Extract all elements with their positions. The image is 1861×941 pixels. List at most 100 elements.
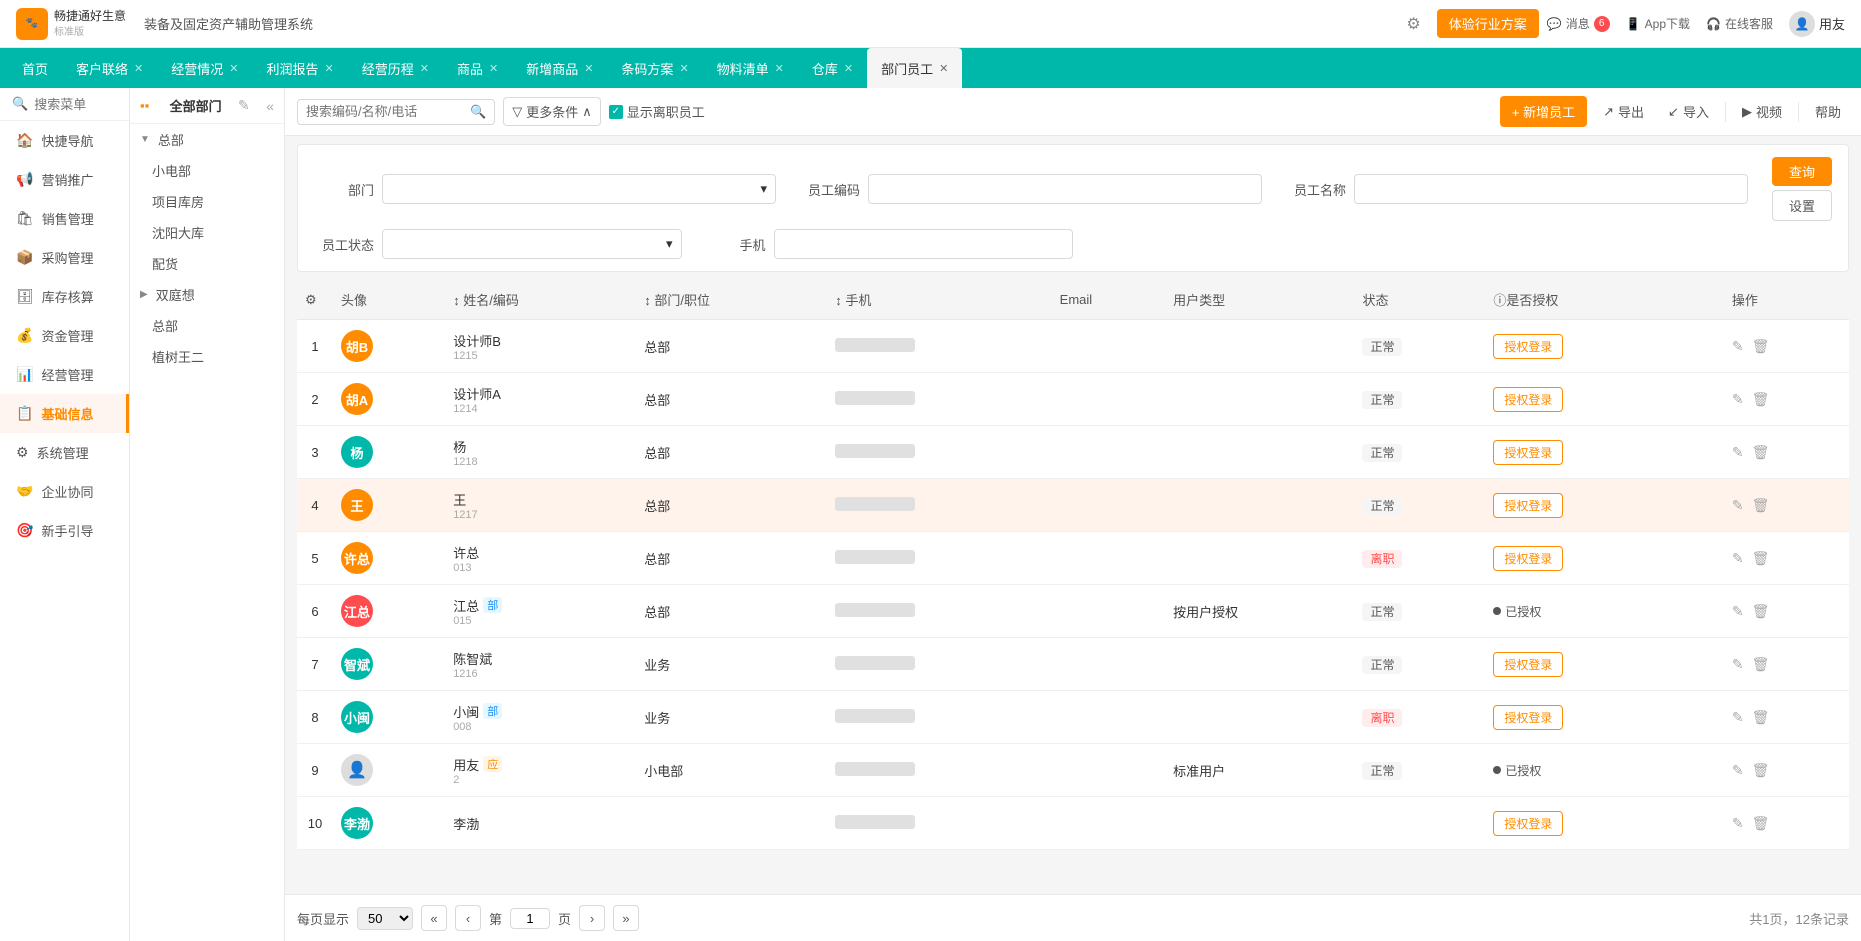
tree-item-small-elec[interactable]: 小电部	[130, 155, 284, 186]
col-dept-position[interactable]: ↕ 部门/职位	[636, 280, 827, 320]
close-history-icon[interactable]: ✕	[420, 62, 429, 75]
sidebar-search-input[interactable]	[34, 97, 117, 112]
auth-login-button[interactable]: 授权登录	[1493, 440, 1563, 465]
sidebar-item-operations[interactable]: 📊 经营管理	[0, 355, 129, 394]
nav-tab-bom[interactable]: 物料清单 ✕	[703, 48, 798, 88]
filter-button[interactable]: ▽ 更多条件 ∧	[503, 97, 601, 126]
sidebar-item-quick-nav[interactable]: 🏠 快捷导航	[0, 121, 129, 160]
video-button[interactable]: ▶ 视频	[1734, 98, 1790, 125]
tree-item-plant-king[interactable]: 植树王二	[130, 341, 284, 372]
delete-button[interactable]: 🗑	[1752, 550, 1770, 567]
delete-button[interactable]: 🗑	[1752, 497, 1770, 514]
search-input[interactable]	[306, 104, 466, 119]
edit-button[interactable]: ✎	[1732, 497, 1744, 514]
tree-item-head[interactable]: ▼ 总部	[130, 124, 284, 155]
nav-tab-barcode[interactable]: 条码方案 ✕	[607, 48, 702, 88]
col-phone[interactable]: ↕ 手机	[827, 280, 1051, 320]
emp-status-select[interactable]: ▾	[382, 229, 682, 259]
sidebar-item-finance[interactable]: 💰 资金管理	[0, 316, 129, 355]
delete-button[interactable]: 🗑	[1752, 815, 1770, 832]
sidebar-item-basic-info[interactable]: 📋 基础信息	[0, 394, 129, 433]
col-settings-icon[interactable]: ⚙	[305, 292, 317, 307]
first-page-button[interactable]: «	[421, 905, 447, 931]
prev-page-button[interactable]: ‹	[455, 905, 481, 931]
emp-code-input[interactable]	[868, 174, 1262, 204]
app-download-button[interactable]: 📱 App下载	[1626, 15, 1690, 32]
edit-button[interactable]: ✎	[1732, 338, 1744, 355]
auth-login-button[interactable]: 授权登录	[1493, 652, 1563, 677]
nav-tab-profit[interactable]: 利润报告 ✕	[252, 48, 347, 88]
delete-button[interactable]: 🗑	[1752, 444, 1770, 461]
edit-button[interactable]: ✎	[1732, 391, 1744, 408]
import-button[interactable]: ↙ 导入	[1660, 98, 1717, 125]
edit-button[interactable]: ✎	[1732, 815, 1744, 832]
sidebar-item-sales[interactable]: 🛍 销售管理	[0, 199, 129, 238]
settings-gear-icon[interactable]: ⚙	[1406, 14, 1420, 34]
help-button[interactable]: 帮助	[1807, 98, 1849, 125]
export-button[interactable]: ↗ 导出	[1595, 98, 1652, 125]
auth-login-button[interactable]: 授权登录	[1493, 493, 1563, 518]
sidebar-item-marketing[interactable]: 📢 营销推广	[0, 160, 129, 199]
sidebar-item-system[interactable]: ⚙ 系统管理	[0, 433, 129, 472]
sidebar-item-inventory[interactable]: 🗄 库存核算	[0, 277, 129, 316]
delete-button[interactable]: 🗑	[1752, 338, 1770, 355]
nav-tab-new-goods[interactable]: 新增商品 ✕	[512, 48, 607, 88]
collapse-panel-button[interactable]: «	[266, 98, 274, 114]
edit-button[interactable]: ✎	[1732, 656, 1744, 673]
close-profit-icon[interactable]: ✕	[325, 62, 334, 75]
show-resigned-toggle[interactable]: ✓ 显示离职员工	[609, 102, 705, 121]
nav-tab-history[interactable]: 经营历程 ✕	[348, 48, 443, 88]
auth-login-button[interactable]: 授权登录	[1493, 811, 1563, 836]
col-name-code[interactable]: ↕ 姓名/编码	[445, 280, 636, 320]
trial-button[interactable]: 体验行业方案	[1437, 9, 1539, 38]
delete-button[interactable]: 🗑	[1752, 762, 1770, 779]
nav-tab-operations[interactable]: 经营情况 ✕	[157, 48, 252, 88]
col-settings[interactable]: ⚙	[297, 280, 333, 320]
set-button[interactable]: 设置	[1772, 190, 1832, 221]
nav-tab-warehouse[interactable]: 仓库 ✕	[798, 48, 867, 88]
user-area[interactable]: 👤 用友	[1789, 11, 1845, 37]
close-goods-icon[interactable]: ✕	[489, 62, 498, 75]
edit-button[interactable]: ✎	[1732, 709, 1744, 726]
close-operations-icon[interactable]: ✕	[229, 62, 238, 75]
edit-button[interactable]: ✎	[1732, 444, 1744, 461]
edit-button[interactable]: ✎	[1732, 762, 1744, 779]
close-new-goods-icon[interactable]: ✕	[584, 62, 593, 75]
auth-login-button[interactable]: 授权登录	[1493, 546, 1563, 571]
tree-item-head-dept[interactable]: 总部	[130, 310, 284, 341]
close-barcode-icon[interactable]: ✕	[679, 62, 688, 75]
last-page-button[interactable]: »	[613, 905, 639, 931]
delete-button[interactable]: 🗑	[1752, 603, 1770, 620]
search-icon[interactable]: 🔍	[470, 104, 486, 120]
tree-item-distribution[interactable]: 配货	[130, 248, 284, 279]
auth-login-button[interactable]: 授权登录	[1493, 705, 1563, 730]
add-employee-button[interactable]: + 新增员工	[1500, 96, 1587, 127]
phone-input[interactable]	[774, 229, 1074, 259]
close-bom-icon[interactable]: ✕	[775, 62, 784, 75]
sidebar-item-enterprise[interactable]: 🤝 企业协同	[0, 472, 129, 511]
nav-tab-home[interactable]: 首页	[8, 48, 62, 88]
per-page-select[interactable]: 50 100	[357, 907, 413, 930]
tree-item-shenyang[interactable]: 沈阳大库	[130, 217, 284, 248]
dept-select[interactable]: ▾	[382, 174, 776, 204]
close-employees-icon[interactable]: ✕	[939, 62, 948, 75]
delete-button[interactable]: 🗑	[1752, 656, 1770, 673]
delete-button[interactable]: 🗑	[1752, 391, 1770, 408]
page-number-input[interactable]	[510, 908, 550, 929]
edit-button[interactable]: ✎	[1732, 603, 1744, 620]
emp-name-input[interactable]	[1354, 174, 1748, 204]
query-button[interactable]: 查询	[1772, 157, 1832, 186]
message-button[interactable]: 💬 消息 6	[1547, 15, 1610, 32]
close-customer-icon[interactable]: ✕	[134, 62, 143, 75]
next-page-button[interactable]: ›	[579, 905, 605, 931]
auth-login-button[interactable]: 授权登录	[1493, 387, 1563, 412]
edit-button[interactable]: ✎	[1732, 550, 1744, 567]
close-warehouse-icon[interactable]: ✕	[844, 62, 853, 75]
sidebar-item-purchase[interactable]: 📦 采购管理	[0, 238, 129, 277]
tree-item-project-room[interactable]: 项目库房	[130, 186, 284, 217]
online-service-button[interactable]: 🎧 在线客服	[1706, 15, 1773, 32]
tree-item-double-dream[interactable]: ▶ 双庭想	[130, 279, 284, 310]
edit-dept-button[interactable]: ✎	[238, 97, 250, 114]
show-resigned-checkbox[interactable]: ✓	[609, 105, 623, 119]
sidebar-item-guide[interactable]: 🎯 新手引导	[0, 511, 129, 550]
